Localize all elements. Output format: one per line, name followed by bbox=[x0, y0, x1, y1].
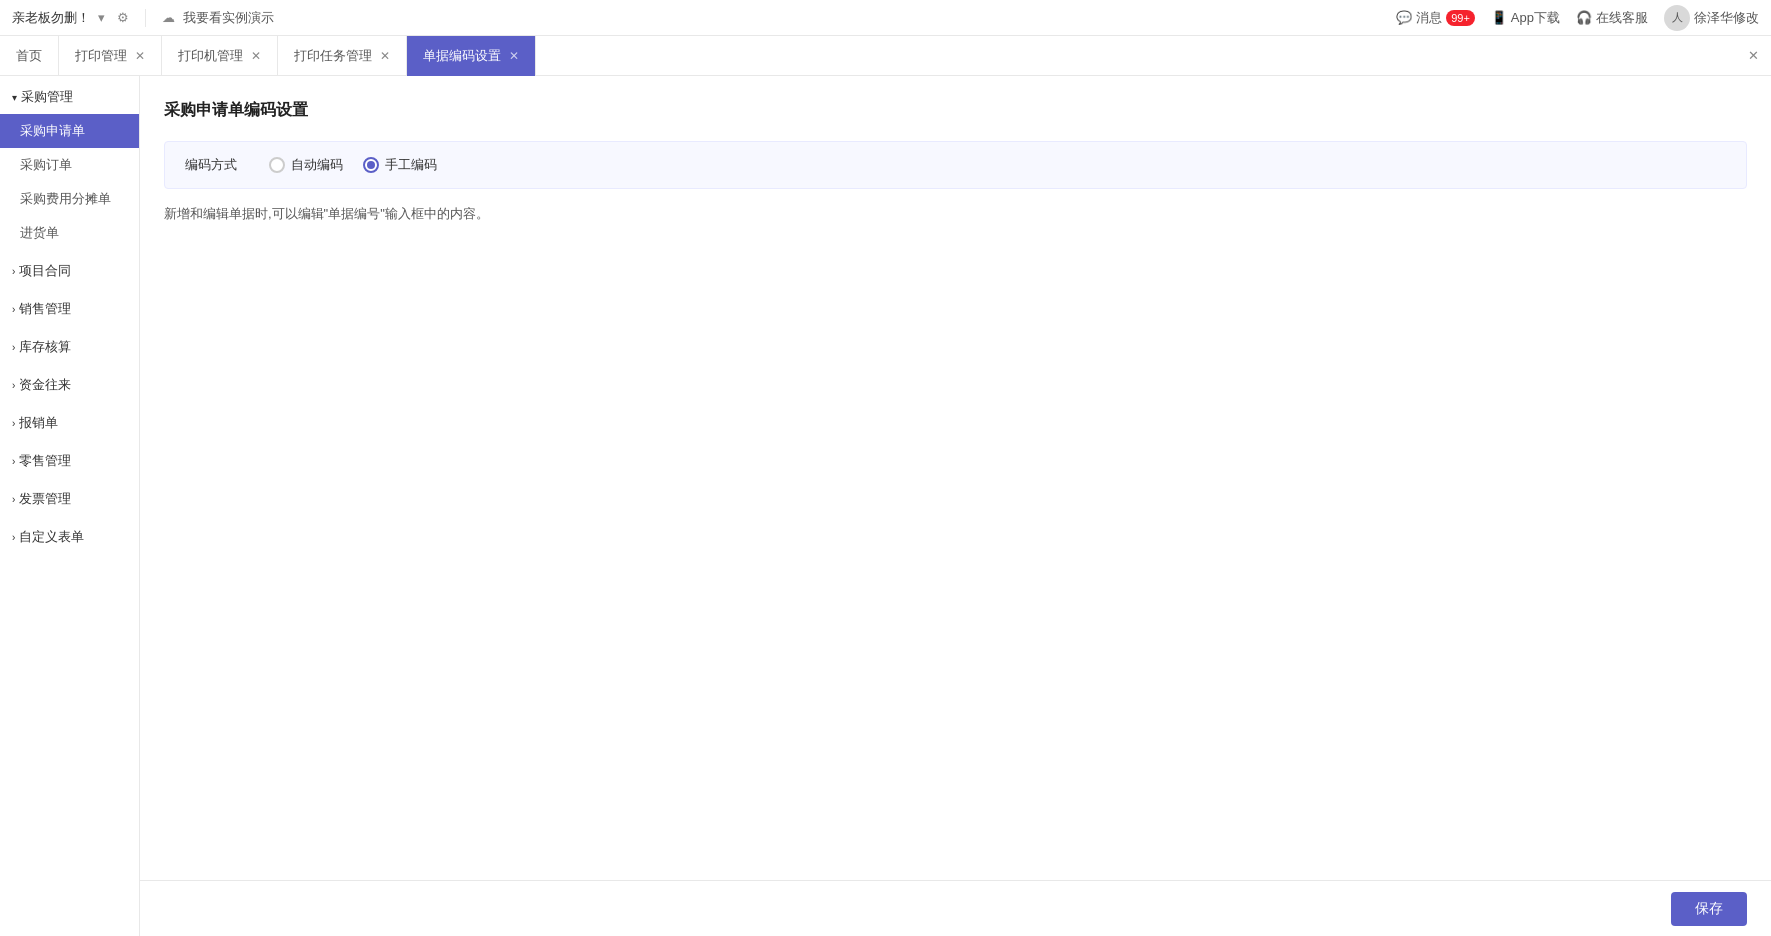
tab-print-management-label: 打印管理 bbox=[75, 47, 127, 65]
sidebar-item-stock-in[interactable]: 进货单 bbox=[0, 216, 139, 250]
sidebar-group-return: › 报销单 bbox=[0, 406, 139, 440]
sidebar-group-fund: › 资金往来 bbox=[0, 368, 139, 402]
sidebar-item-stock-in-label: 进货单 bbox=[20, 225, 59, 240]
sidebar-group-project-header[interactable]: › 项目合同 bbox=[0, 254, 139, 288]
main-content: 采购申请单编码设置 编码方式 自动编码 手工编码 bbox=[140, 76, 1771, 936]
sidebar-group-project-label: 项目合同 bbox=[19, 262, 71, 280]
sidebar-group-purchase: ▾ 采购管理 采购申请单 采购订单 采购费用分摊单 进货单 bbox=[0, 80, 139, 250]
save-button[interactable]: 保存 bbox=[1671, 892, 1747, 926]
sidebar-group-custom-form: › 自定义表单 bbox=[0, 520, 139, 554]
inventory-arrow-icon: › bbox=[12, 342, 15, 353]
close-all-button[interactable]: ✕ bbox=[1736, 48, 1771, 63]
tab-barcode-setting[interactable]: 单据编码设置 ✕ bbox=[407, 36, 536, 76]
sidebar-group-custom-form-header[interactable]: › 自定义表单 bbox=[0, 520, 139, 554]
avatar: 人 bbox=[1664, 5, 1690, 31]
headset-icon: 🎧 bbox=[1576, 10, 1592, 25]
sidebar-group-retail: › 零售管理 bbox=[0, 444, 139, 478]
app-download-label: App下载 bbox=[1511, 9, 1560, 27]
sidebar-group-purchase-header[interactable]: ▾ 采购管理 bbox=[0, 80, 139, 114]
top-bar-right: 💬 消息 99+ 📱 App下载 🎧 在线客服 人 徐泽华修改 bbox=[1396, 5, 1759, 31]
top-bar-left: 亲老板勿删！ ▾ ⚙ ☁ 我要看实例演示 bbox=[12, 9, 274, 27]
tab-home[interactable]: 首页 bbox=[0, 36, 59, 76]
radio-manual-label: 手工编码 bbox=[385, 156, 437, 174]
sidebar-item-purchase-order-label: 采购订单 bbox=[20, 157, 72, 172]
sidebar-group-custom-form-label: 自定义表单 bbox=[19, 528, 84, 546]
sidebar-item-purchase-expense-label: 采购费用分摊单 bbox=[20, 191, 111, 206]
gear-icon[interactable]: ⚙ bbox=[117, 10, 129, 25]
sidebar-group-return-header[interactable]: › 报销单 bbox=[0, 406, 139, 440]
tab-print-task-close[interactable]: ✕ bbox=[380, 49, 390, 63]
user-name: 徐泽华修改 bbox=[1694, 9, 1759, 27]
sidebar-group-invoice-header[interactable]: › 发票管理 bbox=[0, 482, 139, 516]
sidebar-group-invoice-label: 发票管理 bbox=[19, 490, 71, 508]
sidebar-item-purchase-request[interactable]: 采购申请单 bbox=[0, 114, 139, 148]
sidebar: ▾ 采购管理 采购申请单 采购订单 采购费用分摊单 进货单 › 项目合同 bbox=[0, 76, 140, 936]
sidebar-group-inventory-label: 库存核算 bbox=[19, 338, 71, 356]
sidebar-group-return-label: 报销单 bbox=[19, 414, 58, 432]
footer: 保存 bbox=[140, 880, 1771, 936]
hint-text: 新增和编辑单据时,可以编辑"单据编号"输入框中的内容。 bbox=[164, 205, 1747, 223]
app-download-button[interactable]: 📱 App下载 bbox=[1491, 9, 1560, 27]
message-badge: 99+ bbox=[1446, 10, 1475, 26]
user-menu[interactable]: 人 徐泽华修改 bbox=[1664, 5, 1759, 31]
encoding-section: 编码方式 自动编码 手工编码 bbox=[164, 141, 1747, 189]
radio-auto[interactable]: 自动编码 bbox=[269, 156, 343, 174]
content-area: 采购申请单编码设置 编码方式 自动编码 手工编码 bbox=[140, 76, 1771, 880]
tab-print-task-label: 打印任务管理 bbox=[294, 47, 372, 65]
top-bar: 亲老板勿删！ ▾ ⚙ ☁ 我要看实例演示 💬 消息 99+ 📱 App下载 🎧 … bbox=[0, 0, 1771, 36]
page-title: 采购申请单编码设置 bbox=[164, 100, 1747, 121]
tab-barcode-setting-label: 单据编码设置 bbox=[423, 47, 501, 65]
sidebar-item-purchase-request-label: 采购申请单 bbox=[20, 123, 85, 138]
tab-print-management[interactable]: 打印管理 ✕ bbox=[59, 36, 162, 76]
tab-printer-management-label: 打印机管理 bbox=[178, 47, 243, 65]
tab-printer-management-close[interactable]: ✕ bbox=[251, 49, 261, 63]
sidebar-item-purchase-order[interactable]: 采购订单 bbox=[0, 148, 139, 182]
radio-auto-circle bbox=[269, 157, 285, 173]
fund-arrow-icon: › bbox=[12, 380, 15, 391]
tab-home-label: 首页 bbox=[16, 47, 42, 65]
sidebar-group-fund-header[interactable]: › 资金往来 bbox=[0, 368, 139, 402]
tab-print-task[interactable]: 打印任务管理 ✕ bbox=[278, 36, 407, 76]
sidebar-group-fund-label: 资金往来 bbox=[19, 376, 71, 394]
example-link[interactable]: 我要看实例演示 bbox=[183, 9, 274, 27]
retail-arrow-icon: › bbox=[12, 456, 15, 467]
sidebar-group-retail-header[interactable]: › 零售管理 bbox=[0, 444, 139, 478]
sidebar-group-retail-label: 零售管理 bbox=[19, 452, 71, 470]
sidebar-group-purchase-label: 采购管理 bbox=[21, 88, 73, 106]
sidebar-item-purchase-expense[interactable]: 采购费用分摊单 bbox=[0, 182, 139, 216]
sales-arrow-icon: › bbox=[12, 304, 15, 315]
radio-manual[interactable]: 手工编码 bbox=[363, 156, 437, 174]
tab-printer-management[interactable]: 打印机管理 ✕ bbox=[162, 36, 278, 76]
sidebar-group-sales-label: 销售管理 bbox=[19, 300, 71, 318]
online-service-label: 在线客服 bbox=[1596, 9, 1648, 27]
sidebar-group-inventory: › 库存核算 bbox=[0, 330, 139, 364]
return-arrow-icon: › bbox=[12, 418, 15, 429]
divider bbox=[145, 9, 146, 27]
message-button[interactable]: 💬 消息 99+ bbox=[1396, 9, 1475, 27]
sidebar-group-inventory-header[interactable]: › 库存核算 bbox=[0, 330, 139, 364]
app-title: 亲老板勿删！ bbox=[12, 9, 90, 27]
app-download-icon: 📱 bbox=[1491, 10, 1507, 25]
sidebar-group-project: › 项目合同 bbox=[0, 254, 139, 288]
sidebar-group-sales-header[interactable]: › 销售管理 bbox=[0, 292, 139, 326]
message-label: 消息 bbox=[1416, 9, 1442, 27]
tab-print-management-close[interactable]: ✕ bbox=[135, 49, 145, 63]
custom-form-arrow-icon: › bbox=[12, 532, 15, 543]
sidebar-group-invoice: › 发票管理 bbox=[0, 482, 139, 516]
sidebar-group-sales: › 销售管理 bbox=[0, 292, 139, 326]
message-icon: 💬 bbox=[1396, 10, 1412, 25]
layout: ▾ 采购管理 采购申请单 采购订单 采购费用分摊单 进货单 › 项目合同 bbox=[0, 76, 1771, 936]
radio-manual-circle bbox=[363, 157, 379, 173]
cloud-icon: ☁ bbox=[162, 10, 175, 25]
tab-barcode-setting-close[interactable]: ✕ bbox=[509, 49, 519, 63]
radio-group: 自动编码 手工编码 bbox=[269, 156, 437, 174]
purchase-arrow-icon: ▾ bbox=[12, 92, 17, 103]
tab-bar: 首页 打印管理 ✕ 打印机管理 ✕ 打印任务管理 ✕ 单据编码设置 ✕ ✕ bbox=[0, 36, 1771, 76]
project-arrow-icon: › bbox=[12, 266, 15, 277]
radio-auto-label: 自动编码 bbox=[291, 156, 343, 174]
online-service-button[interactable]: 🎧 在线客服 bbox=[1576, 9, 1648, 27]
encoding-label: 编码方式 bbox=[185, 156, 237, 174]
invoice-arrow-icon: › bbox=[12, 494, 15, 505]
chevron-down-icon[interactable]: ▾ bbox=[98, 10, 105, 25]
